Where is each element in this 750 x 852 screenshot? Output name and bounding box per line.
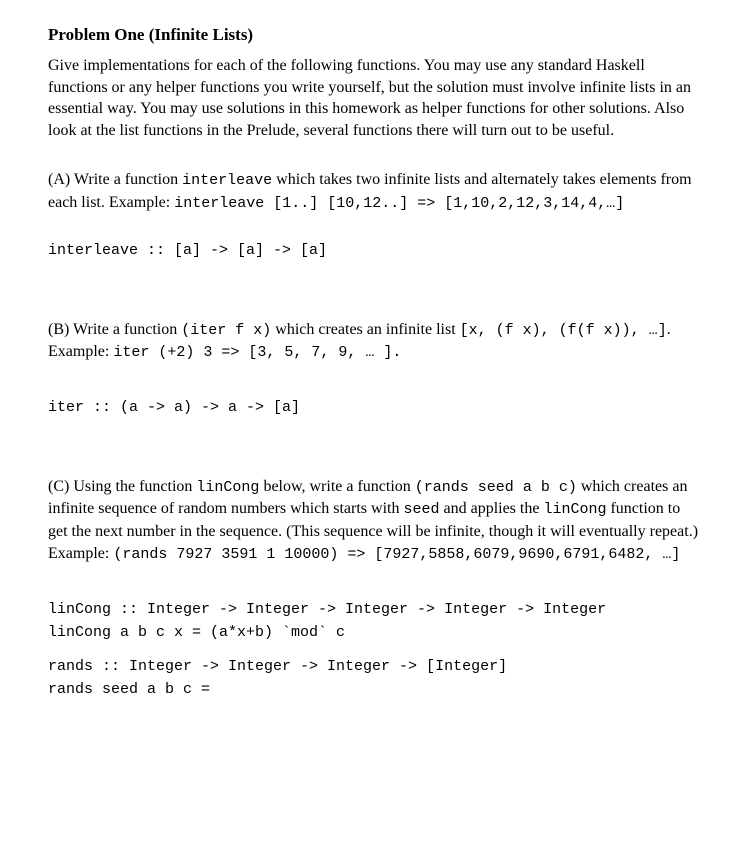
part-c: (C) Using the function linCong below, wr… <box>48 476 702 566</box>
part-b-code2: [x, (f x), (f(f x)), …] <box>460 322 667 339</box>
part-c-code4: linCong <box>543 501 606 518</box>
part-c-rands-def: rands seed a b c = <box>48 679 702 702</box>
part-a-code2: interleave [1..] [10,12..] => [1,10,2,12… <box>174 195 624 212</box>
part-c-lincong-sig: linCong :: Integer -> Integer -> Integer… <box>48 599 702 622</box>
part-b-prefix: (B) Write a function <box>48 321 181 338</box>
part-c-code3: seed <box>403 501 439 518</box>
part-c-mid3: and applies the <box>439 500 543 517</box>
part-a-text: (A) Write a function interleave which ta… <box>48 169 702 214</box>
problem-title: Problem One (Infinite Lists) <box>48 24 702 47</box>
part-c-lincong-def: linCong a b c x = (a*x+b) `mod` c <box>48 622 702 645</box>
part-c-code1: linCong <box>196 479 259 496</box>
part-a-signature: interleave :: [a] -> [a] -> [a] <box>48 240 702 263</box>
part-b-code1: (iter f x) <box>181 322 271 339</box>
part-c-mid1: below, write a function <box>259 478 414 495</box>
part-c-code5: (rands 7927 3591 1 10000) => [7927,5858,… <box>113 546 680 563</box>
part-a: (A) Write a function interleave which ta… <box>48 169 702 214</box>
part-c-rands-sig: rands :: Integer -> Integer -> Integer -… <box>48 656 702 679</box>
part-b-signature: iter :: (a -> a) -> a -> [a] <box>48 397 702 420</box>
problem-intro: Give implementations for each of the fol… <box>48 55 702 141</box>
part-c-prefix: (C) Using the function <box>48 478 196 495</box>
part-b-code3: iter (+2) 3 => [3, 5, 7, 9, … ]. <box>113 344 401 361</box>
part-b: (B) Write a function (iter f x) which cr… <box>48 319 702 364</box>
part-b-text: (B) Write a function (iter f x) which cr… <box>48 319 702 364</box>
part-a-prefix: (A) Write a function <box>48 171 182 188</box>
part-a-code1: interleave <box>182 172 272 189</box>
part-b-mid1: which creates an infinite list <box>271 321 459 338</box>
part-c-text: (C) Using the function linCong below, wr… <box>48 476 702 566</box>
part-c-code2: (rands seed a b c) <box>415 479 577 496</box>
